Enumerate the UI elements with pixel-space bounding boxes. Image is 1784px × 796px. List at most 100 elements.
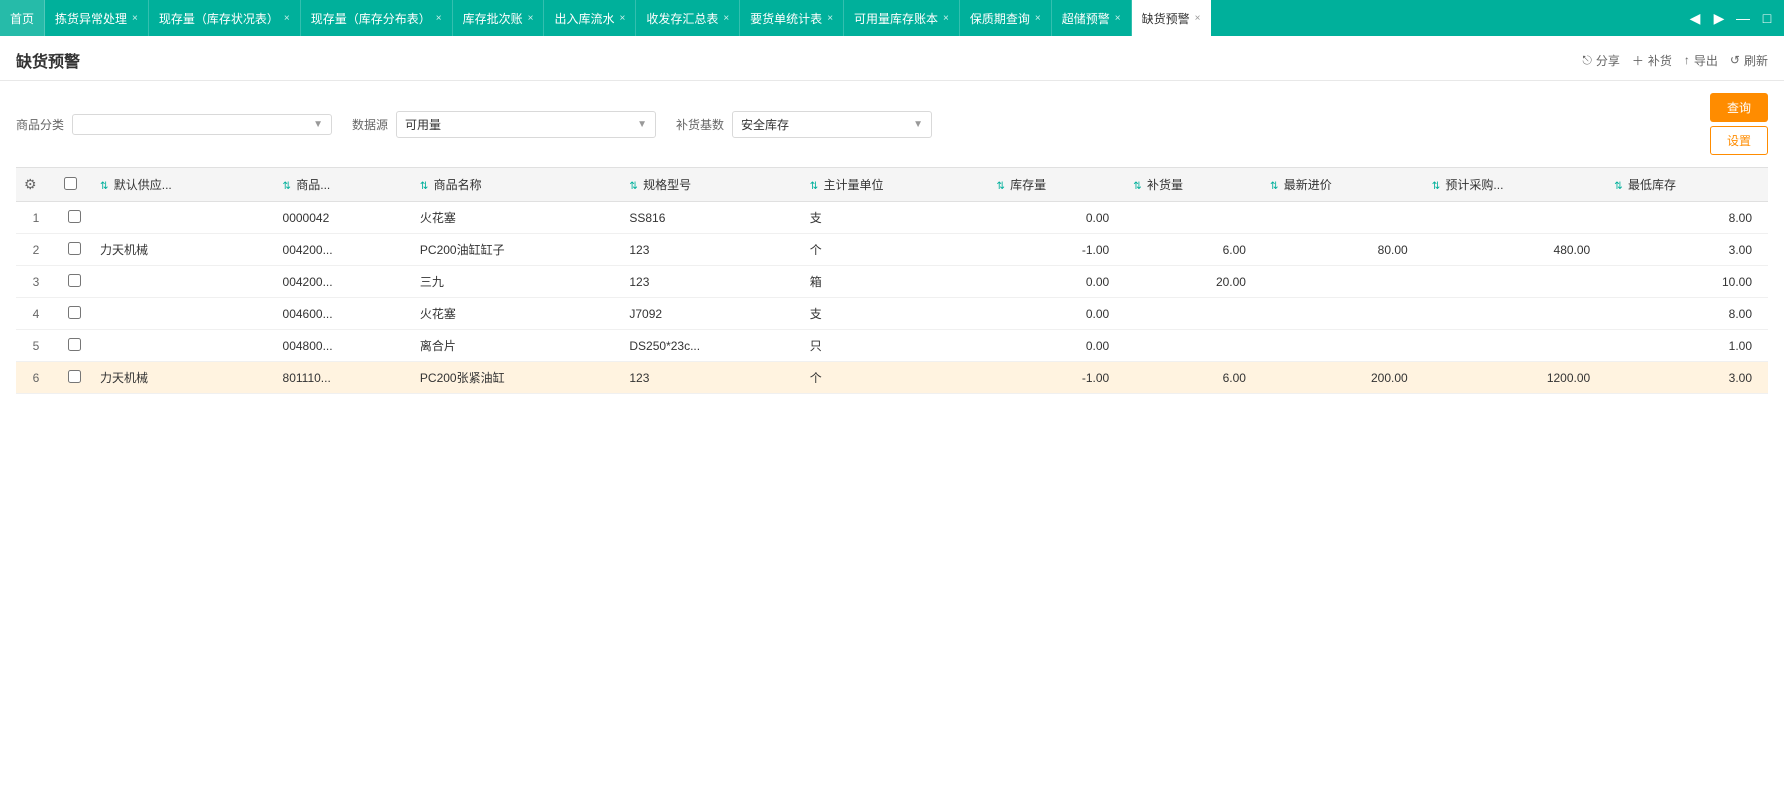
nav-close-2[interactable]: × — [284, 13, 290, 24]
row-checkbox-4[interactable] — [68, 338, 81, 351]
nav-close-10[interactable]: × — [1115, 13, 1121, 24]
row-checkbox-0[interactable] — [68, 210, 81, 223]
row-checkbox-cell-2 — [56, 266, 92, 298]
row-checkbox-cell-5 — [56, 362, 92, 394]
nav-controls: ◀ ▶ — □ — [1678, 6, 1784, 30]
sort-min-icon: ⇅ — [1614, 181, 1622, 192]
row-est-1: 480.00 — [1424, 234, 1607, 266]
th-default-supplier[interactable]: ⇅ 默认供应... — [92, 168, 275, 202]
page-container: 缺货预警 ⎋ 分享 ＋ 补货 ↑ 导出 ↺ 刷新 商品分类 — [0, 36, 1784, 796]
select-all-checkbox[interactable] — [64, 177, 77, 190]
row-checkbox-2[interactable] — [68, 274, 81, 287]
row-checkbox-5[interactable] — [68, 370, 81, 383]
nav-item-9[interactable]: 保质期查询 × — [960, 0, 1052, 36]
th-product-name[interactable]: ⇅ 商品名称 — [412, 168, 621, 202]
table-row: 1 0000042 火花塞 SS816 支 0.00 8.00 — [16, 202, 1768, 234]
replenish-base-filter-group: 补货基数 安全库存 ▼ — [676, 111, 932, 138]
nav-label-4: 库存批次账 — [463, 10, 523, 27]
row-num-4: 5 — [16, 330, 56, 362]
row-code-2: 004200... — [275, 266, 412, 298]
nav-item-4[interactable]: 库存批次账 × — [453, 0, 545, 36]
nav-prev-button[interactable]: ◀ — [1683, 6, 1707, 30]
nav-item-7[interactable]: 要货单统计表 × — [740, 0, 844, 36]
th-stock[interactable]: ⇅ 库存量 — [988, 168, 1125, 202]
nav-item-11[interactable]: 缺货预警 × — [1132, 0, 1212, 36]
row-replenish-3 — [1125, 298, 1262, 330]
row-code-3: 004600... — [275, 298, 412, 330]
row-replenish-0 — [1125, 202, 1262, 234]
th-min-label: 最低库存 — [1628, 178, 1676, 192]
nav-close-11[interactable]: × — [1195, 13, 1201, 24]
settings-button[interactable]: 设置 — [1710, 126, 1768, 155]
nav-close-1[interactable]: × — [132, 13, 138, 24]
sort-code-icon: ⇅ — [283, 181, 291, 192]
row-est-3 — [1424, 298, 1607, 330]
nav-item-5[interactable]: 出入库流水 × — [544, 0, 636, 36]
nav-close-9[interactable]: × — [1035, 13, 1041, 24]
nav-close-8[interactable]: × — [943, 13, 949, 24]
nav-close-6[interactable]: × — [723, 13, 729, 24]
th-replenish-label: 补货量 — [1147, 178, 1183, 192]
header-actions: ⎋ 分享 ＋ 补货 ↑ 导出 ↺ 刷新 — [1582, 52, 1768, 69]
row-unit-1: 个 — [802, 234, 989, 266]
row-price-2 — [1262, 266, 1424, 298]
row-unit-5: 个 — [802, 362, 989, 394]
row-replenish-1: 6.00 — [1125, 234, 1262, 266]
maximize-button[interactable]: □ — [1755, 6, 1779, 30]
category-dropdown-icon: ▼ — [313, 119, 323, 130]
table-body: 1 0000042 火花塞 SS816 支 0.00 8.00 2 力天机械 0… — [16, 202, 1768, 394]
replenish-button[interactable]: ＋ 补货 — [1632, 52, 1672, 69]
row-supplier-5: 力天机械 — [92, 362, 275, 394]
nav-next-button[interactable]: ▶ — [1707, 6, 1731, 30]
sort-price-icon: ⇅ — [1270, 181, 1278, 192]
th-settings[interactable]: ⚙ — [16, 168, 56, 202]
row-num-0: 1 — [16, 202, 56, 234]
th-spec[interactable]: ⇅ 规格型号 — [621, 168, 801, 202]
nav-label-8: 可用量库存账本 — [854, 10, 938, 27]
nav-close-3[interactable]: × — [436, 13, 442, 24]
row-price-5: 200.00 — [1262, 362, 1424, 394]
row-checkbox-1[interactable] — [68, 242, 81, 255]
th-unit[interactable]: ⇅ 主计量单位 — [802, 168, 989, 202]
th-stock-label: 库存量 — [1010, 178, 1046, 192]
row-unit-2: 箱 — [802, 266, 989, 298]
nav-item-home[interactable]: 首页 — [0, 0, 45, 36]
table-row: 6 力天机械 801110... PC200张紧油缸 123 个 -1.00 6… — [16, 362, 1768, 394]
table-row: 2 力天机械 004200... PC200油缸缸子 123 个 -1.00 6… — [16, 234, 1768, 266]
nav-item-8[interactable]: 可用量库存账本 × — [844, 0, 960, 36]
datasource-select[interactable]: 可用量 ▼ — [396, 111, 656, 138]
th-product-code[interactable]: ⇅ 商品... — [275, 168, 412, 202]
th-min-stock[interactable]: ⇅ 最低库存 — [1606, 168, 1768, 202]
row-replenish-5: 6.00 — [1125, 362, 1262, 394]
settings-col-icon[interactable]: ⚙ — [24, 176, 37, 192]
nav-item-1[interactable]: 拣货异常处理 × — [45, 0, 149, 36]
replenish-icon: ＋ — [1632, 52, 1644, 69]
replenish-base-select[interactable]: 安全库存 ▼ — [732, 111, 932, 138]
th-latest-price[interactable]: ⇅ 最新进价 — [1262, 168, 1424, 202]
query-button[interactable]: 查询 — [1710, 93, 1768, 122]
export-button[interactable]: ↑ 导出 — [1684, 52, 1718, 69]
table-row: 4 004600... 火花塞 J7092 支 0.00 8.00 — [16, 298, 1768, 330]
nav-item-3[interactable]: 现存量（库存分布表） × — [301, 0, 453, 36]
th-replenish[interactable]: ⇅ 补货量 — [1125, 168, 1262, 202]
nav-close-5[interactable]: × — [619, 13, 625, 24]
nav-item-2[interactable]: 现存量（库存状况表） × — [149, 0, 301, 36]
nav-item-10[interactable]: 超储预警 × — [1052, 0, 1132, 36]
row-checkbox-3[interactable] — [68, 306, 81, 319]
row-checkbox-cell-0 — [56, 202, 92, 234]
nav-close-4[interactable]: × — [528, 13, 534, 24]
nav-bar: 首页 拣货异常处理 × 现存量（库存状况表） × 现存量（库存分布表） × 库存… — [0, 0, 1784, 36]
th-checkbox — [56, 168, 92, 202]
refresh-button[interactable]: ↺ 刷新 — [1730, 52, 1768, 69]
refresh-icon: ↺ — [1730, 53, 1740, 67]
row-supplier-3 — [92, 298, 275, 330]
nav-item-6[interactable]: 收发存汇总表 × — [636, 0, 740, 36]
row-name-4: 离合片 — [412, 330, 621, 362]
nav-close-7[interactable]: × — [827, 13, 833, 24]
th-est-purchase[interactable]: ⇅ 预计采购... — [1424, 168, 1607, 202]
minimize-button[interactable]: — — [1731, 6, 1755, 30]
row-replenish-4 — [1125, 330, 1262, 362]
category-select[interactable]: ▼ — [72, 114, 332, 135]
th-spec-label: 规格型号 — [643, 178, 691, 192]
share-button[interactable]: ⎋ 分享 — [1582, 52, 1620, 69]
